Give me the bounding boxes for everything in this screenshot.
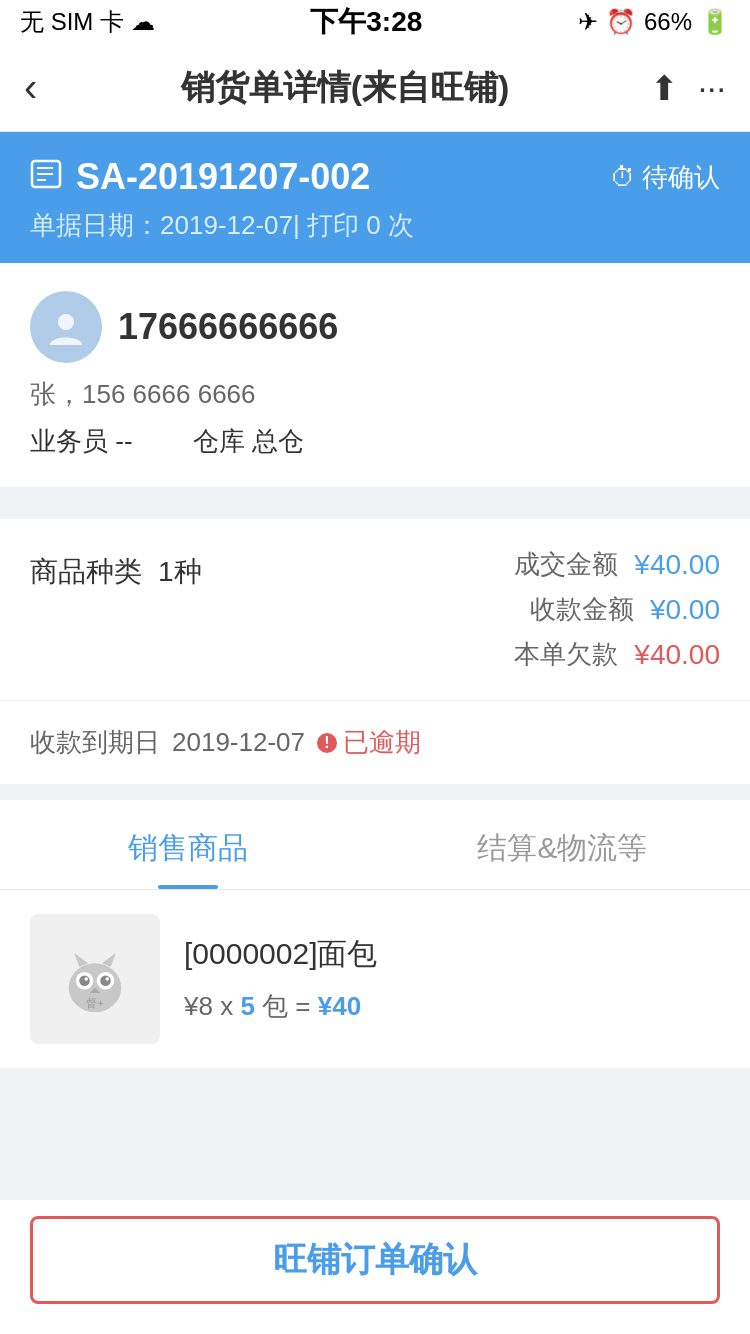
product-total: ¥40 bbox=[318, 991, 361, 1021]
svg-point-9 bbox=[100, 976, 111, 987]
customer-name: 张，156 6666 6666 bbox=[30, 377, 720, 412]
customer-card: 17666666666 张，156 6666 6666 业务员 -- 仓库 总仓 bbox=[0, 263, 750, 487]
overdue-icon: ! bbox=[317, 733, 337, 753]
warehouse-item: 仓库 总仓 bbox=[193, 424, 304, 459]
tab-sales-products[interactable]: 销售商品 bbox=[0, 800, 375, 889]
alarm-icon: ⏰ bbox=[606, 8, 636, 36]
debt-row: 本单欠款 ¥40.00 bbox=[514, 637, 720, 672]
sales-item: 业务员 -- bbox=[30, 424, 133, 459]
bottom-button-wrapper: 旺铺订单确认 bbox=[0, 1200, 750, 1334]
location-icon: ✈ bbox=[578, 8, 598, 36]
product-name: [0000002]面包 bbox=[184, 934, 720, 975]
order-header: SA-20191207-002 ⏱ 待确认 单据日期：2019-12-07| 打… bbox=[0, 132, 750, 263]
stats-card: 商品种类 1种 成交金额 ¥40.00 收款金额 ¥0.00 本单欠款 ¥40.… bbox=[0, 519, 750, 700]
received-row: 收款金额 ¥0.00 bbox=[530, 592, 720, 627]
tab-settlement-logistics[interactable]: 结算&物流等 bbox=[375, 800, 750, 889]
svg-text:督+: 督+ bbox=[86, 997, 103, 1009]
back-button[interactable]: ‹ bbox=[24, 65, 84, 110]
avatar bbox=[30, 291, 102, 363]
status-right: ✈ ⏰ 66% 🔋 bbox=[578, 8, 730, 36]
customer-phone: 17666666666 bbox=[118, 306, 338, 348]
transaction-row: 成交金额 ¥40.00 bbox=[514, 547, 720, 582]
confirm-order-button[interactable]: 旺铺订单确认 bbox=[30, 1216, 720, 1304]
svg-marker-14 bbox=[102, 953, 116, 967]
tabs-row: 销售商品 结算&物流等 bbox=[0, 800, 750, 890]
product-thumbnail: 督+ bbox=[30, 914, 160, 1044]
order-date: 单据日期：2019-12-07| 打印 0 次 bbox=[30, 208, 720, 243]
tabs-container: 销售商品 结算&物流等 督+ bbox=[0, 800, 750, 1068]
svg-point-11 bbox=[106, 977, 110, 981]
status-bar: 无 SIM 卡 ☁ 下午3:28 ✈ ⏰ 66% 🔋 bbox=[0, 0, 750, 44]
nav-actions: ⬆ ··· bbox=[606, 68, 726, 108]
clock-icon: ⏱ bbox=[610, 162, 636, 193]
sim-label: 无 SIM 卡 ☁ bbox=[20, 6, 155, 38]
stats-right: 成交金额 ¥40.00 收款金额 ¥0.00 本单欠款 ¥40.00 bbox=[514, 547, 720, 672]
received-value: ¥0.00 bbox=[650, 594, 720, 626]
status-time: 下午3:28 bbox=[310, 3, 422, 41]
order-status: ⏱ 待确认 bbox=[610, 160, 720, 195]
svg-point-10 bbox=[85, 977, 89, 981]
product-quantity: 5 bbox=[240, 991, 254, 1021]
status-left: 无 SIM 卡 ☁ bbox=[20, 6, 155, 38]
transaction-value: ¥40.00 bbox=[634, 549, 720, 581]
share-icon[interactable]: ⬆ bbox=[650, 68, 678, 108]
page-title: 销货单详情(来自旺铺) bbox=[84, 65, 606, 111]
nav-bar: ‹ 销货单详情(来自旺铺) ⬆ ··· bbox=[0, 44, 750, 132]
more-icon[interactable]: ··· bbox=[698, 68, 726, 107]
order-id: SA-20191207-002 bbox=[30, 156, 370, 198]
svg-point-4 bbox=[58, 314, 74, 330]
product-price: ¥8 x 5 包 = ¥40 bbox=[184, 989, 720, 1024]
stats-left: 商品种类 1种 bbox=[30, 547, 514, 591]
divider-1 bbox=[0, 503, 750, 519]
product-info: [0000002]面包 ¥8 x 5 包 = ¥40 bbox=[184, 934, 720, 1024]
overdue-badge: ! 已逾期 bbox=[317, 725, 421, 760]
battery-icon: 🔋 bbox=[700, 8, 730, 36]
debt-value: ¥40.00 bbox=[634, 639, 720, 671]
product-item: 督+ [0000002]面包 ¥8 x 5 包 = ¥40 bbox=[0, 890, 750, 1068]
svg-marker-13 bbox=[74, 953, 88, 967]
svg-point-8 bbox=[79, 976, 90, 987]
customer-meta: 业务员 -- 仓库 总仓 bbox=[30, 424, 720, 459]
due-date-card: 收款到期日 2019-12-07 ! 已逾期 bbox=[0, 700, 750, 784]
order-doc-icon bbox=[30, 156, 66, 198]
battery-label: 66% bbox=[644, 8, 692, 36]
